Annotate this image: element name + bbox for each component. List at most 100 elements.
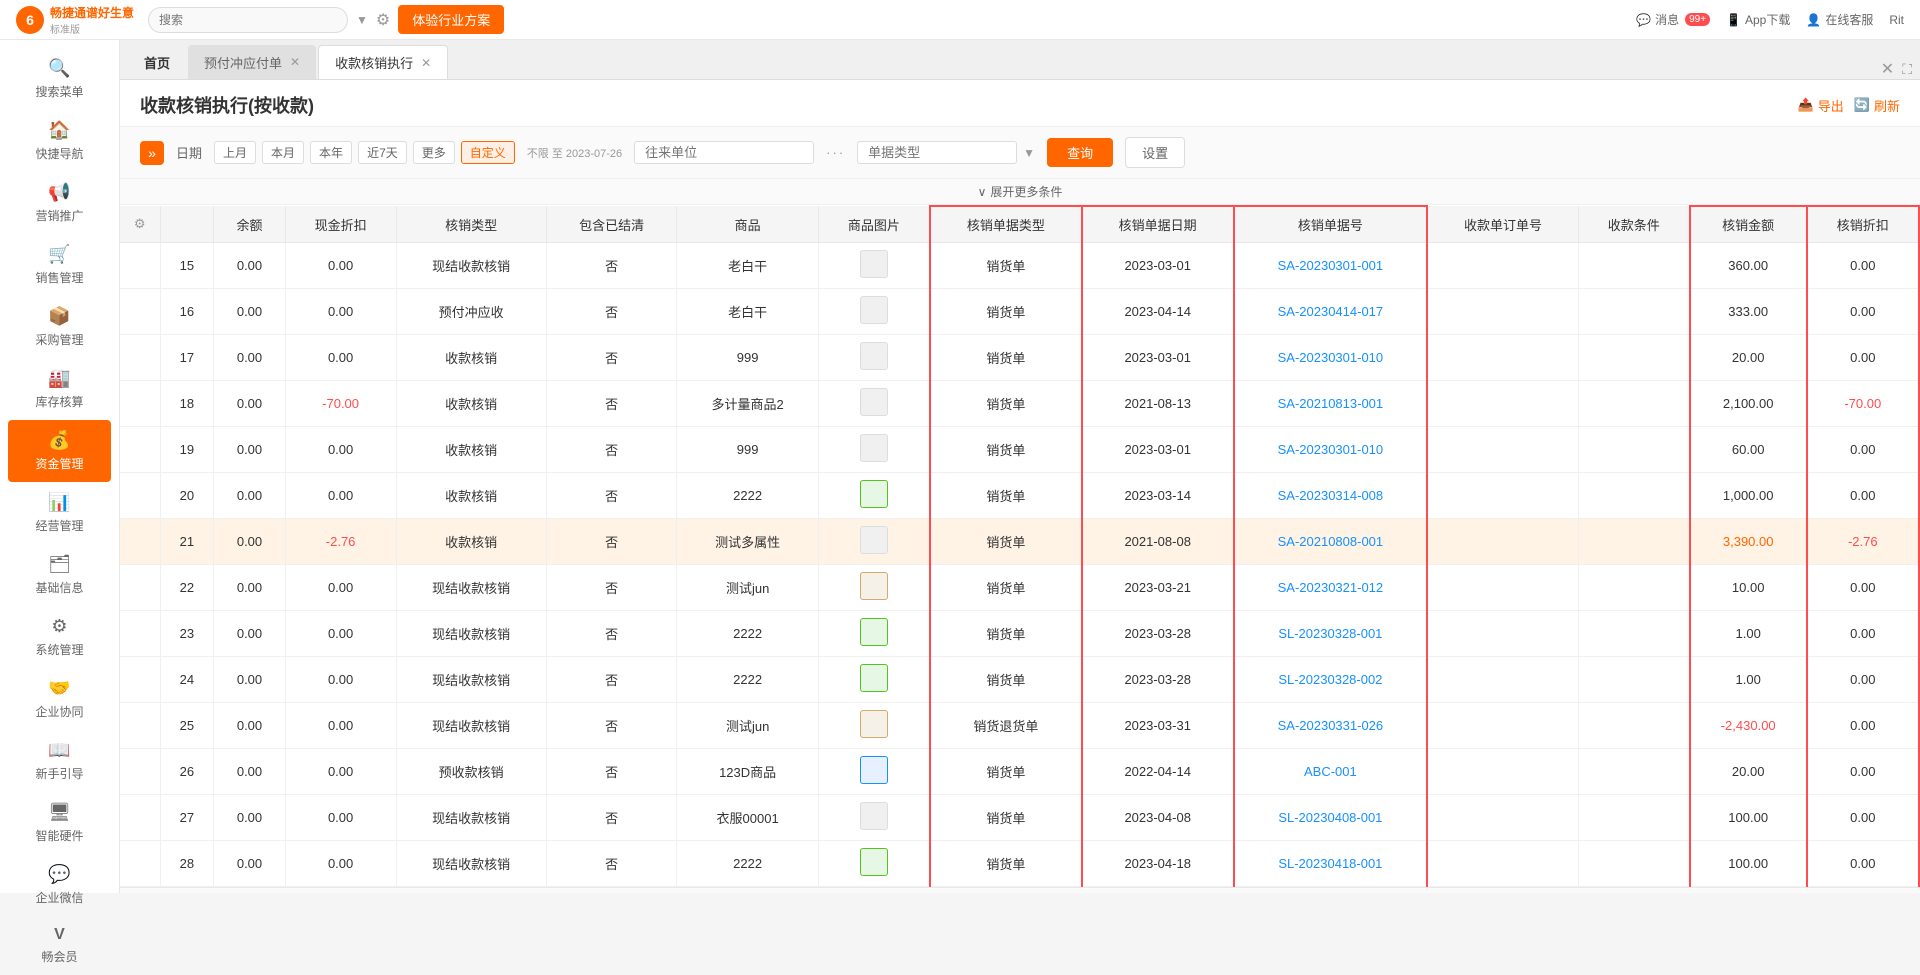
bill-no-link[interactable]: SA-20230301-001 (1278, 258, 1384, 273)
table-container[interactable]: ⚙ 余额 现金折扣 核销类型 包含已结清 商品 商品图片 核销单据类型 核销单据… (120, 205, 1920, 893)
col-gear-icon[interactable]: ⚙ (134, 216, 146, 231)
export-btn[interactable]: 📤 导出 (1798, 96, 1844, 115)
sidebar-item-enterprise[interactable]: 🤝 企业协同 (0, 668, 119, 730)
bill-no-link[interactable]: ABC-001 (1304, 764, 1357, 779)
cell-no: 26 (160, 749, 214, 795)
cell-cancel-bill-type: 销货单 (930, 611, 1082, 657)
bill-no-link[interactable]: SA-20210813-001 (1278, 396, 1384, 411)
sidebar-item-search[interactable]: 🔍 搜索菜单 (0, 48, 119, 110)
cell-cash-discount: 0.00 (285, 565, 396, 611)
sidebar-item-hardware[interactable]: 🖥 智能硬件 (0, 792, 119, 854)
tab-prepay[interactable]: 预付冲应付单 ✕ (188, 45, 316, 79)
sales-icon: 🛒 (48, 244, 70, 265)
close-window-icon[interactable]: ✕ (1881, 59, 1894, 79)
bill-no-link[interactable]: SL-20230328-001 (1278, 626, 1382, 641)
cell-receipt-order-no (1427, 473, 1578, 519)
bill-no-link[interactable]: SA-20230301-010 (1278, 442, 1384, 457)
unit-input[interactable] (634, 141, 814, 164)
this-year-btn[interactable]: 本年 (310, 141, 352, 164)
filter-expand-btn[interactable]: » (140, 141, 164, 165)
sidebar-item-basic[interactable]: 🗂 基础信息 (0, 544, 119, 606)
bill-no-link[interactable]: SA-20230331-026 (1278, 718, 1384, 733)
cell-settings (120, 657, 160, 703)
cell-cancel-amount: 60.00 (1690, 427, 1807, 473)
type-dropdown-arrow[interactable]: ▼ (1023, 146, 1035, 160)
type-input[interactable] (857, 141, 1017, 164)
logo: 6 畅捷通谱好生意 标准版 (16, 4, 136, 36)
tab-home[interactable]: 首页 (128, 45, 186, 79)
industry-btn[interactable]: 体验行业方案 (398, 5, 504, 34)
cell-cancel-discount: -70.00 (1807, 381, 1919, 427)
bill-no-link[interactable]: SA-20230321-012 (1278, 580, 1384, 595)
settings-icon[interactable]: ⚙ (376, 10, 390, 30)
tab-prepay-close[interactable]: ✕ (290, 55, 300, 69)
cell-cancel-amount: 1.00 (1690, 657, 1807, 703)
maximize-icon[interactable]: ⛶ (1902, 61, 1912, 78)
refresh-btn[interactable]: 🔄 刷新 (1854, 96, 1900, 115)
export-label: 导出 (1818, 96, 1844, 115)
tab-collection-close[interactable]: ✕ (421, 56, 431, 70)
cell-balance: 0.00 (214, 657, 285, 703)
more-date-btn[interactable]: 更多 (413, 141, 455, 164)
online-service-btn[interactable]: 👤 在线客服 (1806, 11, 1873, 28)
user-info[interactable]: Rit (1889, 13, 1904, 27)
sidebar-label-hardware: 智能硬件 (35, 827, 83, 844)
sidebar-item-marketing[interactable]: 📢 营销推广 (0, 172, 119, 234)
cell-product-img (818, 657, 930, 703)
cell-product-img (818, 289, 930, 335)
bill-no-link[interactable]: SL-20230408-001 (1278, 810, 1382, 825)
cell-balance: 0.00 (214, 473, 285, 519)
bill-no-link[interactable]: SA-20230301-010 (1278, 350, 1384, 365)
product-image (860, 664, 888, 692)
sidebar-item-guide[interactable]: 📖 新手引导 (0, 730, 119, 792)
search-icon: 🔍 (48, 58, 70, 79)
bill-no-link[interactable]: SL-20230328-002 (1278, 672, 1382, 687)
sidebar-item-member[interactable]: V 畅会员 (0, 916, 119, 975)
tab-collection[interactable]: 收款核销执行 ✕ (318, 45, 448, 79)
sidebar-item-sales[interactable]: 🛒 销售管理 (0, 234, 119, 296)
col-cancel-bill-type: 核销单据类型 (930, 206, 1082, 243)
message-btn[interactable]: 💬 消息 99+ (1636, 11, 1710, 28)
custom-date-btn[interactable]: 自定义 (461, 141, 515, 164)
sidebar-item-system[interactable]: ⚙ 系统管理 (0, 606, 119, 668)
expand-conditions-btn[interactable]: ∨ 展开更多条件 (978, 183, 1063, 200)
cell-settings (120, 841, 160, 887)
cell-cancel-bill-no: SA-20230321-012 (1234, 565, 1428, 611)
bill-no-link[interactable]: SA-20230414-017 (1278, 304, 1384, 319)
cell-cancel-bill-type: 销货单 (930, 841, 1082, 887)
bill-no-link[interactable]: SA-20230314-008 (1278, 488, 1384, 503)
cell-product: 999 (677, 335, 819, 381)
sidebar-item-management[interactable]: 📊 经营管理 (0, 482, 119, 544)
query-btn[interactable]: 查询 (1047, 138, 1113, 167)
cell-cancel-type: 收款核销 (396, 335, 546, 381)
app-download-btn[interactable]: 📱 App下载 (1726, 11, 1790, 28)
sidebar-item-wechat[interactable]: 💬 企业微信 (0, 854, 119, 916)
cell-cancel-bill-no: SA-20230301-001 (1234, 243, 1428, 289)
sidebar-item-finance[interactable]: 💰 资金管理 (8, 420, 111, 482)
cell-cancel-amount: 1,000.00 (1690, 473, 1807, 519)
dropdown-arrow[interactable]: ▼ (356, 13, 368, 27)
cell-product-img (818, 611, 930, 657)
sidebar-item-quick-nav[interactable]: 🏠 快捷导航 (0, 110, 119, 172)
last-7-days-btn[interactable]: 近7天 (358, 141, 407, 164)
cell-cancel-bill-date: 2023-03-01 (1082, 243, 1234, 289)
settings-btn[interactable]: 设置 (1125, 137, 1185, 168)
cell-cancel-discount: 0.00 (1807, 565, 1919, 611)
cell-receipt-condition (1578, 795, 1690, 841)
sidebar-item-inventory[interactable]: 🏭 库存核算 (0, 358, 119, 420)
table-row: 25 0.00 0.00 现结收款核销 否 测试jun 销货退货单 2023-0… (120, 703, 1919, 749)
col-settings[interactable]: ⚙ (120, 206, 160, 243)
app-icon: 📱 (1726, 13, 1741, 27)
last-month-btn[interactable]: 上月 (214, 141, 256, 164)
cell-no: 16 (160, 289, 214, 335)
table-body: 15 0.00 0.00 现结收款核销 否 老白干 销货单 2023-03-01… (120, 243, 1919, 887)
search-input[interactable] (148, 7, 348, 33)
bill-no-link[interactable]: SL-20230418-001 (1278, 856, 1382, 871)
cell-included-settled: 否 (546, 795, 677, 841)
cell-balance: 0.00 (214, 841, 285, 887)
this-month-btn[interactable]: 本月 (262, 141, 304, 164)
sidebar-item-purchase[interactable]: 📦 采购管理 (0, 296, 119, 358)
cell-cancel-amount: 333.00 (1690, 289, 1807, 335)
bill-no-link[interactable]: SA-20210808-001 (1278, 534, 1384, 549)
main-table: ⚙ 余额 现金折扣 核销类型 包含已结清 商品 商品图片 核销单据类型 核销单据… (120, 205, 1920, 887)
